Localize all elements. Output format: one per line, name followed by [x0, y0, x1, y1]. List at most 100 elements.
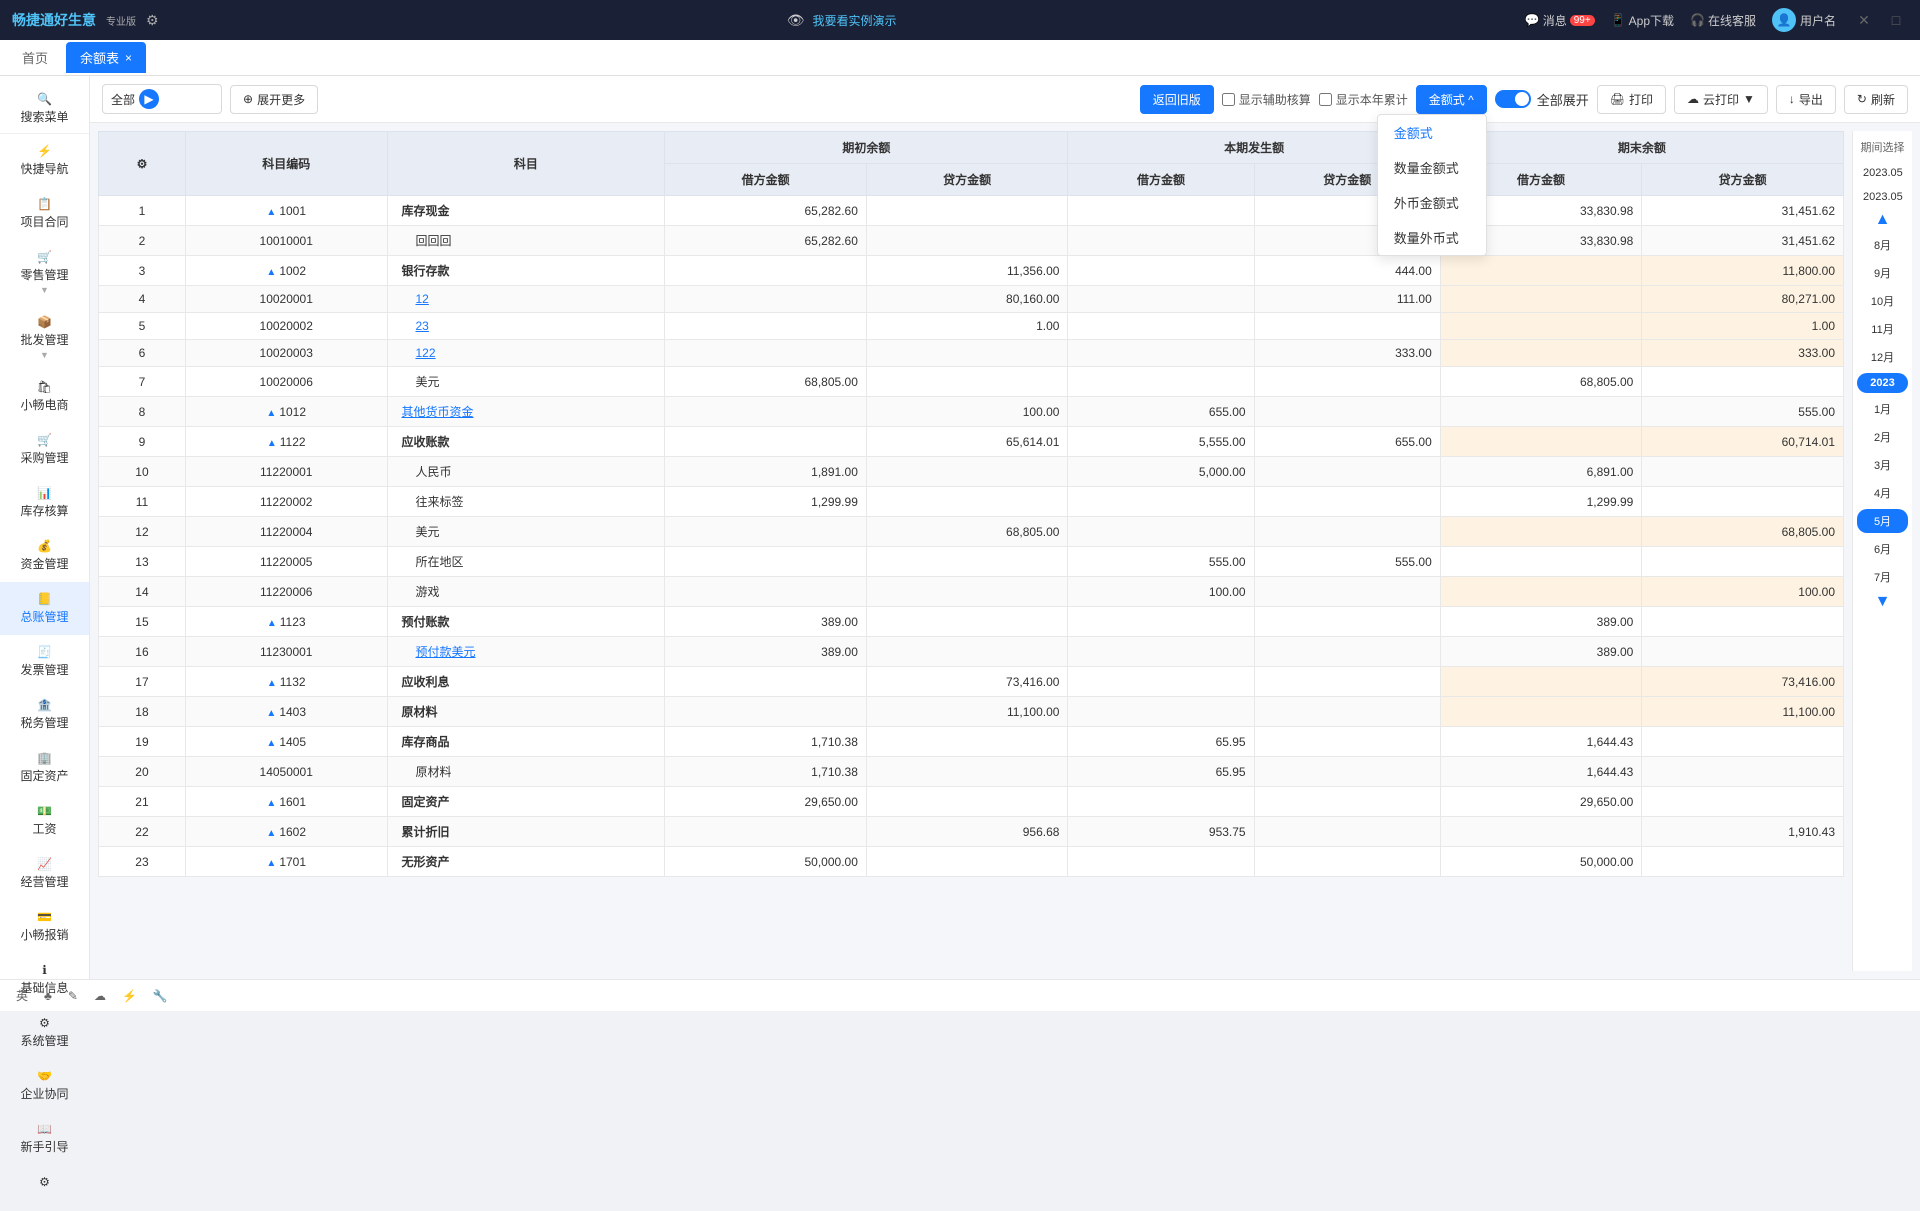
sidebar-item-purchase[interactable]: 🛒 采购管理 [0, 423, 89, 476]
amount-style-option-0[interactable]: 金额式 [1378, 115, 1486, 150]
back-old-btn[interactable]: 返回旧版 [1140, 85, 1214, 114]
table-row[interactable]: 22▲1602累计折旧956.68953.751,910.43 [99, 817, 1844, 847]
sidebar-item-guide[interactable]: 📖 新手引导 [0, 1112, 89, 1165]
amount-style-btn[interactable]: 金额式 ^ [1416, 85, 1487, 114]
sidebar-item-management[interactable]: 📈 经营管理 [0, 847, 89, 900]
demo-link[interactable]: 我要看实例演示 [813, 12, 897, 29]
sidebar-item-inventory[interactable]: 📊 库存核算 [0, 476, 89, 529]
cloud-print-btn[interactable]: ☁ 云打印 ▼ [1674, 85, 1768, 114]
sidebar-item-ecommerce[interactable]: 🛍 小畅电商 [0, 370, 89, 423]
refresh-btn[interactable]: ↻ 刷新 [1844, 85, 1908, 114]
bottom-zh-en[interactable]: 英 [16, 987, 28, 1004]
bottom-icon-1[interactable]: ♣ [44, 989, 52, 1003]
bottom-icon-3[interactable]: ☁ [94, 989, 106, 1003]
sidebar-item-collab[interactable]: 🤝 企业协同 [0, 1059, 89, 1112]
row-subject[interactable]: 23 [387, 313, 665, 340]
sidebar-item-contract[interactable]: 📋 项目合同 [0, 187, 89, 240]
tab-balance-sheet[interactable]: 余额表 × [66, 42, 146, 73]
export-btn[interactable]: ↓ 导出 [1776, 85, 1836, 114]
period-dec[interactable]: 12月 [1857, 345, 1908, 369]
tab-home[interactable]: 首页 [8, 42, 62, 73]
maximize-button[interactable]: □ [1884, 8, 1908, 32]
row-subject[interactable]: 预付款美元 [387, 637, 665, 667]
show-ytd-checkbox[interactable] [1319, 93, 1332, 106]
period-nav-up[interactable]: ▲ [1875, 211, 1891, 229]
bottom-icon-2[interactable]: ✎ [68, 989, 78, 1003]
period-feb[interactable]: 2月 [1857, 425, 1908, 449]
table-row[interactable]: 1211220004美元68,805.0068,805.00 [99, 517, 1844, 547]
period-mar[interactable]: 3月 [1857, 453, 1908, 477]
period-nov[interactable]: 11月 [1857, 317, 1908, 341]
period-2023[interactable]: 2023 [1857, 373, 1908, 393]
table-row[interactable]: 15▲1123预付账款389.00389.00 [99, 607, 1844, 637]
period-year-label[interactable]: 2023.05 [1857, 187, 1908, 207]
period-nav-down[interactable]: ▼ [1875, 593, 1891, 611]
sidebar-item-capital[interactable]: 💰 资金管理 [0, 529, 89, 582]
table-row[interactable]: 8▲1012其他货币资金100.00655.00555.00 [99, 397, 1844, 427]
period-may[interactable]: 5月 [1857, 509, 1908, 533]
sidebar-item-fixedassets[interactable]: 🏢 固定资产 [0, 741, 89, 794]
expand-all-toggle[interactable]: 全部展开 [1495, 90, 1589, 109]
table-row[interactable]: 1011220001人民币1,891.005,000.006,891.00 [99, 457, 1844, 487]
period-aug[interactable]: 8月 [1857, 233, 1908, 257]
table-row[interactable]: 19▲1405库存商品1,710.3865.951,644.43 [99, 727, 1844, 757]
toggle-switch[interactable] [1495, 90, 1531, 108]
table-row[interactable]: 510020002231.001.00 [99, 313, 1844, 340]
message-icon[interactable]: 💬 消息 99+ [1525, 12, 1595, 29]
table-row[interactable]: 1311220005所在地区555.00555.00 [99, 547, 1844, 577]
amount-style-option-3[interactable]: 数量外币式 [1378, 220, 1486, 255]
period-apr[interactable]: 4月 [1857, 481, 1908, 505]
period-jun[interactable]: 6月 [1857, 537, 1908, 561]
period-jul[interactable]: 7月 [1857, 565, 1908, 589]
settings-gear-icon[interactable]: ⚙ [137, 157, 148, 171]
table-row[interactable]: 710020006美元68,805.0068,805.00 [99, 367, 1844, 397]
show-auxiliary-checkbox-label[interactable]: 显示辅助核算 [1222, 91, 1311, 108]
table-row[interactable]: 1111220002往来标签1,299.991,299.99 [99, 487, 1844, 517]
sidebar-item-retail[interactable]: 🛒 零售管理 ▼ [0, 240, 89, 305]
period-jan[interactable]: 1月 [1857, 397, 1908, 421]
sidebar-item-payroll[interactable]: 💵 工资 [0, 794, 89, 847]
table-row[interactable]: 21▲1601固定资产29,650.0029,650.00 [99, 787, 1844, 817]
table-row[interactable]: 3▲1002银行存款11,356.00444.0011,800.00 [99, 256, 1844, 286]
sidebar-item-search[interactable]: 🔍 搜索菜单 [0, 84, 89, 134]
amount-style-option-2[interactable]: 外币金额式 [1378, 185, 1486, 220]
sidebar-item-quicknav[interactable]: ⚡ 快捷导航 [0, 134, 89, 187]
online-service[interactable]: 🎧 在线客服 [1690, 12, 1756, 29]
settings-icon[interactable]: ⚙ [146, 12, 159, 29]
sidebar-item-expense[interactable]: 💳 小畅报销 [0, 900, 89, 953]
period-oct[interactable]: 10月 [1857, 289, 1908, 313]
show-auxiliary-checkbox[interactable] [1222, 93, 1235, 106]
amount-style-option-1[interactable]: 数量金额式 [1378, 150, 1486, 185]
col-settings[interactable]: ⚙ [99, 132, 186, 196]
sidebar-item-wholesale[interactable]: 📦 批发管理 ▼ [0, 305, 89, 370]
print-btn[interactable]: 🖨 打印 [1597, 85, 1666, 114]
user-avatar[interactable]: 👤 用户名 [1772, 8, 1836, 32]
period-sep[interactable]: 9月 [1857, 261, 1908, 285]
table-row[interactable]: 4100200011280,160.00111.0080,271.00 [99, 286, 1844, 313]
table-row[interactable]: 1411220006游戏100.00100.00 [99, 577, 1844, 607]
tab-close-icon[interactable]: × [125, 51, 132, 65]
app-download[interactable]: 📱 App下载 [1611, 12, 1674, 29]
table-row[interactable]: 23▲1701无形资产50,000.0050,000.00 [99, 847, 1844, 877]
table-row[interactable]: 2014050001原材料1,710.3865.951,644.43 [99, 757, 1844, 787]
sidebar-item-ledger[interactable]: 📒 总账管理 [0, 582, 89, 635]
search-arrow-btn[interactable]: ▶ [139, 89, 159, 109]
row-subject[interactable]: 122 [387, 340, 665, 367]
table-row[interactable]: 17▲1132应收利息73,416.0073,416.00 [99, 667, 1844, 697]
bottom-icon-5[interactable]: 🔧 [153, 989, 168, 1003]
table-row[interactable]: 1▲1001库存现金65,282.6033,830.9831,451.62 [99, 196, 1844, 226]
row-subject[interactable]: 12 [387, 286, 665, 313]
period-year-start[interactable]: 2023.05 [1857, 163, 1908, 183]
close-button[interactable]: ✕ [1852, 8, 1876, 32]
table-row[interactable]: 1611230001预付款美元389.00389.00 [99, 637, 1844, 667]
sidebar-item-system[interactable]: ⚙ 系统管理 [0, 1006, 89, 1059]
sidebar-settings[interactable]: ⚙ [0, 1165, 89, 1199]
show-ytd-checkbox-label[interactable]: 显示本年累计 [1319, 91, 1408, 108]
table-row[interactable]: 610020003122333.00333.00 [99, 340, 1844, 367]
table-row[interactable]: 18▲1403原材料11,100.0011,100.00 [99, 697, 1844, 727]
table-row[interactable]: 210010001回回回65,282.6033,830.9831,451.62 [99, 226, 1844, 256]
row-subject[interactable]: 其他货币资金 [387, 397, 665, 427]
sidebar-item-invoice[interactable]: 🧾 发票管理 [0, 635, 89, 688]
expand-more-btn[interactable]: ⊕ 展开更多 [230, 85, 318, 114]
bottom-icon-4[interactable]: ⚡ [122, 989, 137, 1003]
